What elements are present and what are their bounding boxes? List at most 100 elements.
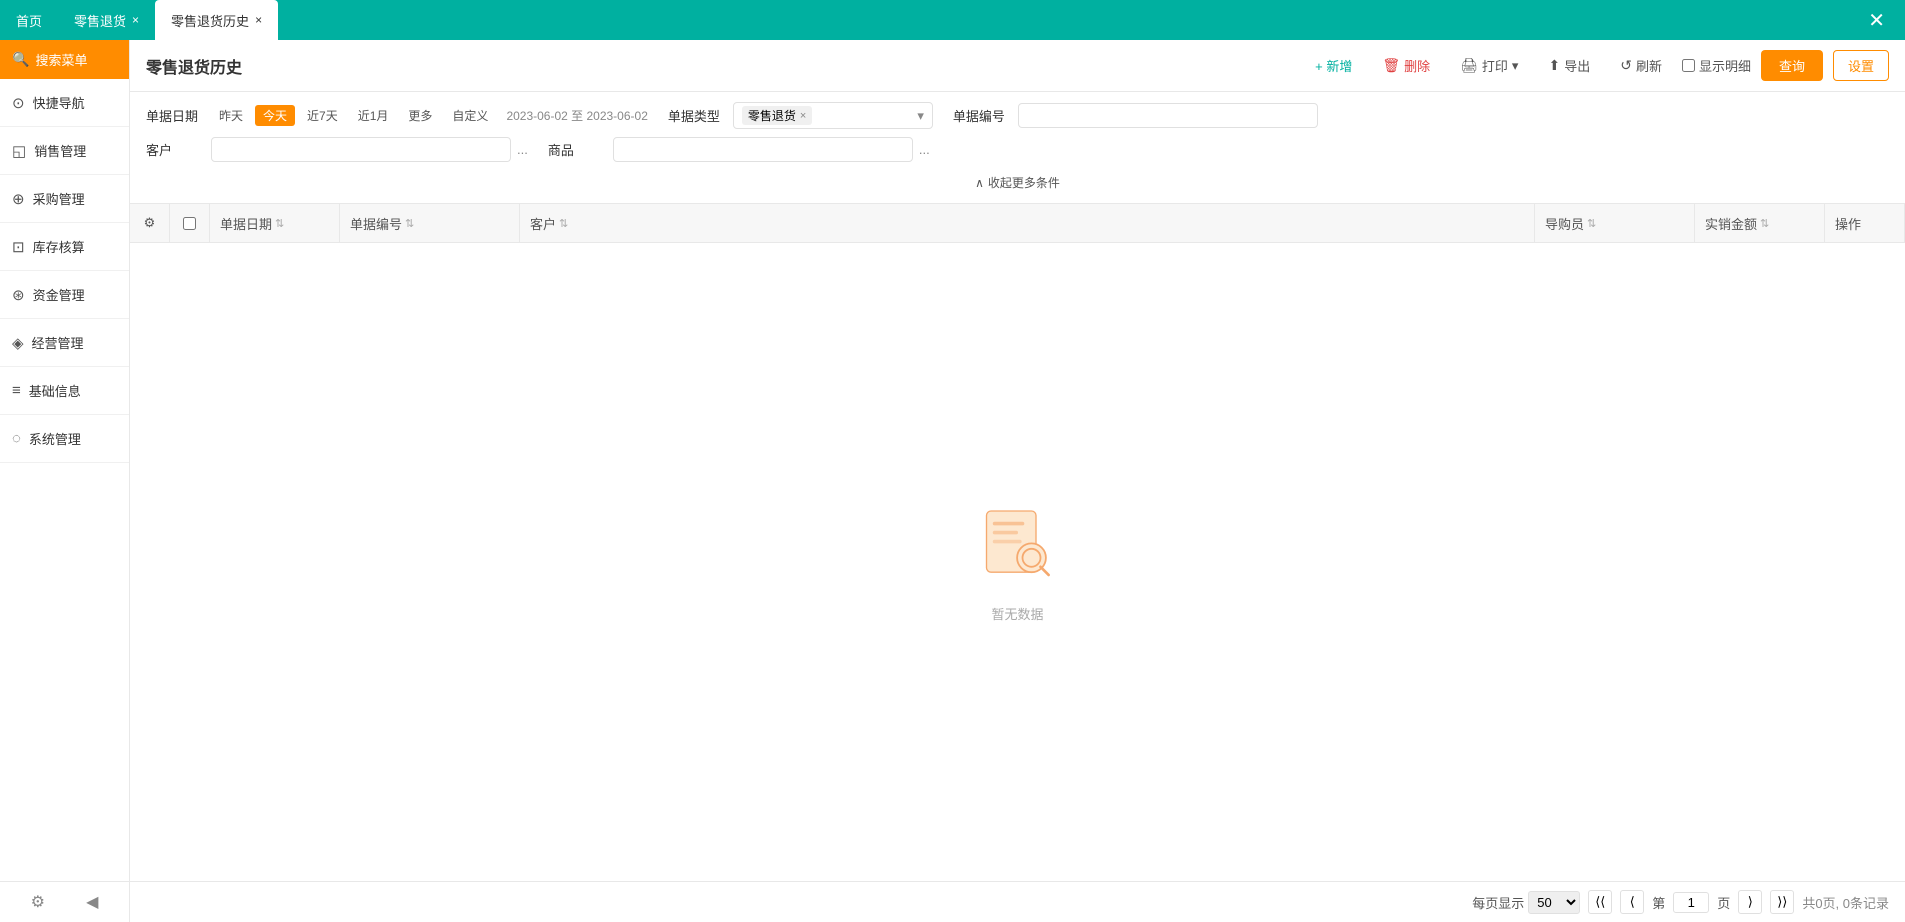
sidebar-item-system-mgmt-label: 系统管理 xyxy=(29,429,81,448)
sidebar-item-purchase-mgmt[interactable]: ⊕ 采购管理 xyxy=(0,175,129,223)
sidebar-item-finance[interactable]: ⊛ 资金管理 xyxy=(0,271,129,319)
date-range-display: 2023-06-02 至 2023-06-02 xyxy=(506,107,647,124)
th-date-sort-icon[interactable]: ⇅ xyxy=(275,217,284,230)
page-input[interactable] xyxy=(1673,892,1709,913)
date-btn-today[interactable]: 今天 xyxy=(255,105,295,126)
query-button[interactable]: 查询 xyxy=(1761,50,1823,81)
tab-retail-return[interactable]: 零售退货 × xyxy=(58,0,155,40)
refresh-button[interactable]: ↺ 刷新 xyxy=(1610,51,1672,80)
next-page-button[interactable]: ⟩ xyxy=(1738,890,1762,914)
sidebar-search[interactable]: 🔍 搜索菜单 xyxy=(0,40,129,79)
date-btn-7days[interactable]: 近7天 xyxy=(299,105,346,126)
date-filter: 昨天 今天 近7天 近1月 更多 自定义 2023-06-02 至 2023-0… xyxy=(211,105,648,126)
sidebar-item-sales-mgmt-label: 销售管理 xyxy=(34,141,86,160)
date-btn-more[interactable]: 更多 xyxy=(400,105,440,126)
print-button[interactable]: 🖨 打印 ▾ xyxy=(1450,51,1528,80)
sidebar-item-quick-nav[interactable]: ⊙ 快捷导航 xyxy=(0,79,129,127)
sidebar-item-operation[interactable]: ◈ 经营管理 xyxy=(0,319,129,367)
sidebar-item-purchase-mgmt-label: 采购管理 xyxy=(33,189,85,208)
tab-retail-return-close[interactable]: × xyxy=(132,13,139,27)
page-size-select[interactable]: 10 20 50 100 xyxy=(1528,891,1580,914)
th-customer-sort-icon[interactable]: ⇅ xyxy=(559,217,568,230)
first-page-button[interactable]: ⟨⟨ xyxy=(1588,890,1612,914)
window-close-button[interactable]: ✕ xyxy=(1860,8,1893,33)
collapse-icon: ∧ xyxy=(975,176,984,190)
collapse-button[interactable]: ∧ 收起更多条件 xyxy=(975,174,1060,191)
page-header: 零售退货历史 + 新增 🗑 删除 🖨 打印 ▾ ⬆ 导出 xyxy=(130,40,1905,92)
table-area: ⚙ 单据日期 ⇅ 单据编号 ⇅ 客户 ⇅ 导购员 ⇅ xyxy=(130,204,1905,922)
th-amount-sort-icon[interactable]: ⇅ xyxy=(1760,217,1769,230)
sidebar-bottom: ⚙ ◀ xyxy=(0,881,129,922)
add-button[interactable]: + 新增 xyxy=(1305,51,1362,80)
date-btn-custom[interactable]: 自定义 xyxy=(444,105,496,126)
th-guide-sort-icon[interactable]: ⇅ xyxy=(1587,217,1596,230)
purchase-mgmt-icon: ⊕ xyxy=(12,190,25,208)
refresh-icon: ↺ xyxy=(1620,57,1632,74)
sidebar-search-label: 搜索菜单 xyxy=(35,50,87,69)
docno-filter-group: 单据编号 xyxy=(953,103,1318,128)
collapse-sidebar-icon[interactable]: ◀ xyxy=(86,892,98,912)
prev-page-button[interactable]: ⟨ xyxy=(1620,890,1644,914)
tab-retail-return-history-close[interactable]: × xyxy=(255,13,262,27)
settings-button[interactable]: 设置 xyxy=(1833,50,1889,81)
goods-filter-group: 商品 ... xyxy=(548,137,930,162)
topbar-right: ✕ xyxy=(1860,8,1905,33)
sidebar-item-basic-info[interactable]: ≡ 基础信息 xyxy=(0,367,129,415)
settings-bottom-icon[interactable]: ⚙ xyxy=(31,892,45,912)
sidebar-item-operation-label: 经营管理 xyxy=(32,333,84,352)
export-button[interactable]: ⬆ 导出 xyxy=(1538,51,1600,80)
operation-icon: ◈ xyxy=(12,334,24,352)
delete-button-label: 删除 xyxy=(1404,56,1430,75)
content-area: 零售退货历史 + 新增 🗑 删除 🖨 打印 ▾ ⬆ 导出 xyxy=(130,40,1905,922)
type-filter-arrow: ▾ xyxy=(917,108,924,124)
tab-home[interactable]: 首页 xyxy=(0,0,58,40)
th-customer-label: 客户 xyxy=(530,214,556,233)
th-date-label: 单据日期 xyxy=(220,214,272,233)
goods-filter-input[interactable] xyxy=(613,137,913,162)
filter-area: 单据日期 昨天 今天 近7天 近1月 更多 自定义 2023-06-02 至 2… xyxy=(130,92,1905,204)
th-settings[interactable]: ⚙ xyxy=(130,204,170,242)
type-filter-label: 单据类型 xyxy=(668,106,723,125)
date-btn-1month[interactable]: 近1月 xyxy=(350,105,397,126)
customer-filter-label: 客户 xyxy=(146,140,201,159)
sidebar-item-system-mgmt[interactable]: ◌ 系统管理 xyxy=(0,415,129,463)
docno-filter-input[interactable] xyxy=(1018,103,1318,128)
query-button-label: 查询 xyxy=(1779,59,1805,74)
topbar-tabs: 首页 零售退货 × 零售退货历史 × xyxy=(0,0,1860,40)
show-detail-checkbox[interactable] xyxy=(1682,59,1695,72)
collapse-button-label: 收起更多条件 xyxy=(988,174,1060,191)
th-checkbox[interactable] xyxy=(170,204,210,242)
settings-button-label: 设置 xyxy=(1848,59,1874,74)
print-icon: 🖨 xyxy=(1460,57,1478,74)
inventory-icon: ⊡ xyxy=(12,238,25,256)
th-guide-label: 导购员 xyxy=(1545,214,1584,233)
sidebar-item-basic-info-label: 基础信息 xyxy=(29,381,81,400)
filter-row-2: 客户 ... 商品 ... xyxy=(146,137,1889,162)
print-button-label: 打印 xyxy=(1482,56,1508,75)
date-filter-label: 单据日期 xyxy=(146,106,201,125)
customer-filter-input[interactable] xyxy=(211,137,511,162)
sidebar-item-inventory[interactable]: ⊡ 库存核算 xyxy=(0,223,129,271)
filter-row-1: 单据日期 昨天 今天 近7天 近1月 更多 自定义 2023-06-02 至 2… xyxy=(146,102,1889,129)
date-btn-yesterday[interactable]: 昨天 xyxy=(211,105,251,126)
type-filter-select[interactable]: 零售退货 × ▾ xyxy=(733,102,933,129)
delete-button[interactable]: 🗑 删除 xyxy=(1372,51,1440,80)
tab-retail-return-history[interactable]: 零售退货历史 × xyxy=(155,0,278,40)
th-docno-sort-icon[interactable]: ⇅ xyxy=(405,217,414,230)
customer-filter-dots: ... xyxy=(517,142,528,157)
last-page-button[interactable]: ⟩⟩ xyxy=(1770,890,1794,914)
sidebar-item-sales-mgmt[interactable]: ◱ 销售管理 xyxy=(0,127,129,175)
sidebar-item-finance-label: 资金管理 xyxy=(33,285,85,304)
sidebar-item-quick-nav-label: 快捷导航 xyxy=(33,93,85,112)
collapse-row: ∧ 收起更多条件 xyxy=(146,170,1889,197)
page-di-label: 第 xyxy=(1652,893,1665,912)
docno-filter-label: 单据编号 xyxy=(953,106,1008,125)
show-detail-toggle[interactable]: 显示明细 xyxy=(1682,56,1751,75)
type-filter-tag-close[interactable]: × xyxy=(800,110,806,122)
export-icon: ⬆ xyxy=(1548,57,1560,74)
select-all-checkbox[interactable] xyxy=(183,217,196,230)
pagination: 每页显示 10 20 50 100 ⟨⟨ ⟨ 第 页 ⟩ ⟩⟩ 共0页, 0条记… xyxy=(130,881,1905,922)
type-filter-tag-label: 零售退货 xyxy=(748,107,796,124)
show-detail-label: 显示明细 xyxy=(1699,56,1751,75)
sidebar: 🔍 搜索菜单 ⊙ 快捷导航 ◱ 销售管理 ⊕ 采购管理 ⊡ 库存核算 ⊛ 资金管 xyxy=(0,40,130,922)
